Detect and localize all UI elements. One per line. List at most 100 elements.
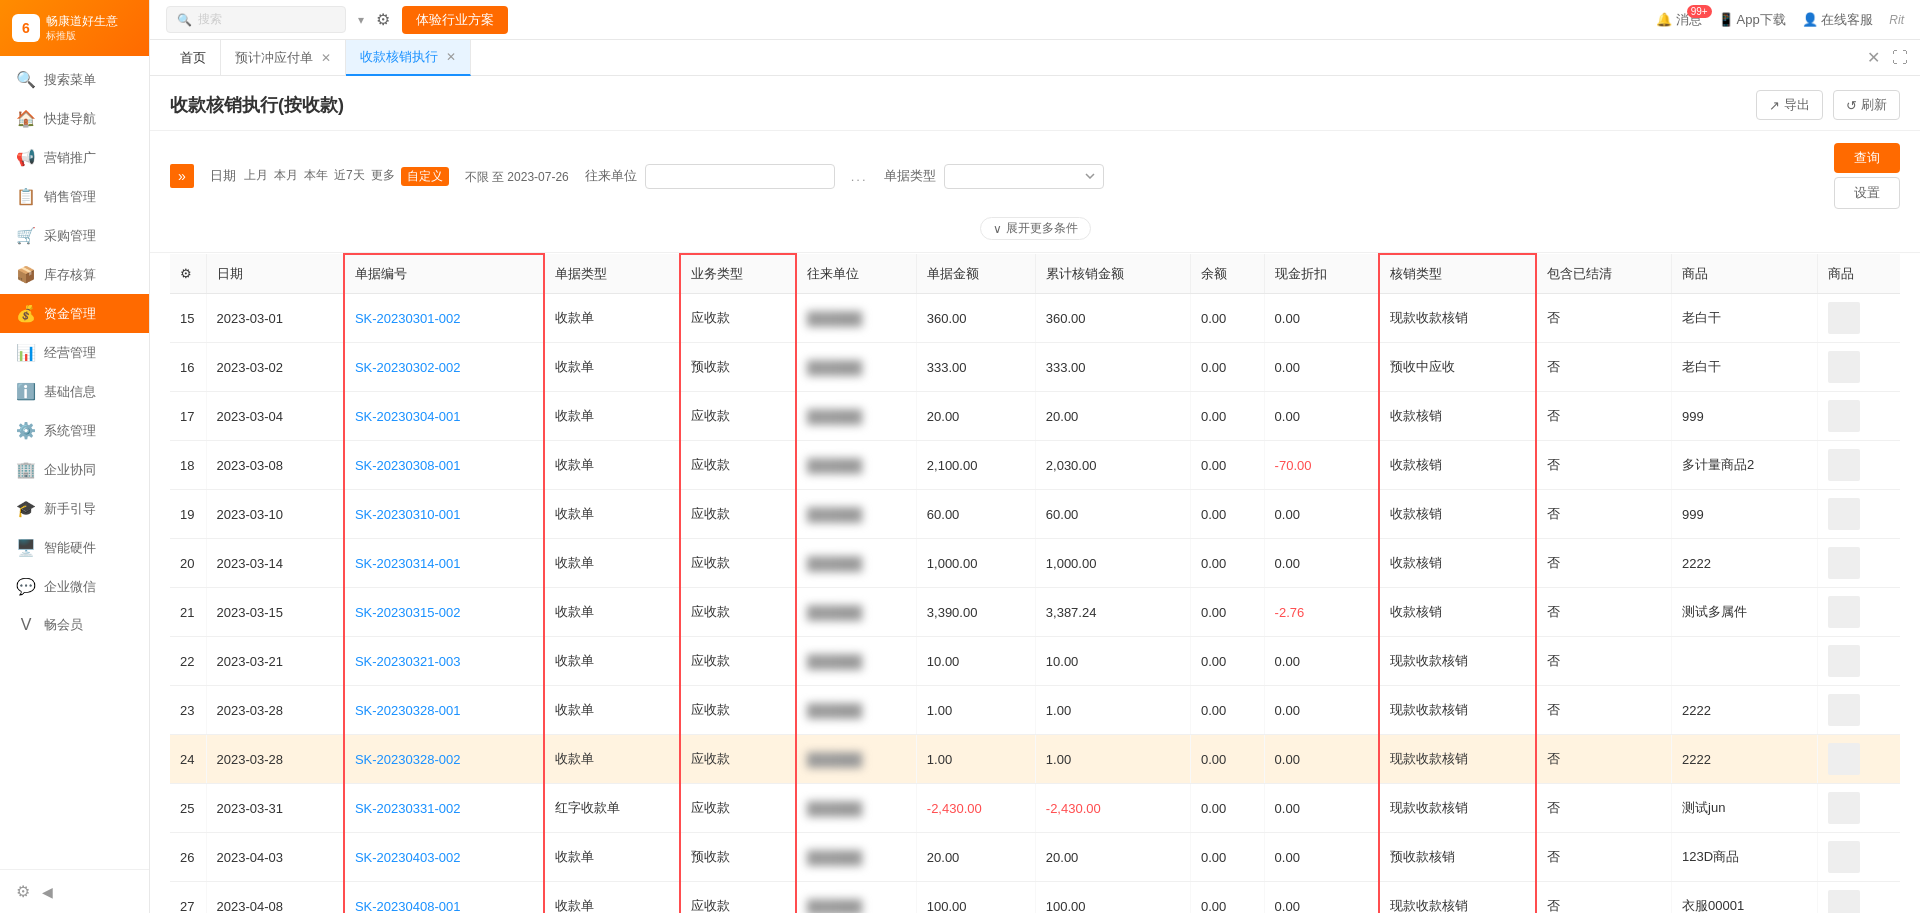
td-partner: ██████	[796, 539, 916, 588]
td-goods-img	[1818, 392, 1900, 441]
finance-icon: 💰	[16, 304, 36, 323]
bill-no-link[interactable]: SK-20230328-001	[355, 703, 461, 718]
bill-no-link[interactable]: SK-20230321-003	[355, 654, 461, 669]
refresh-label: 刷新	[1861, 96, 1887, 114]
bill-type-select[interactable]	[944, 164, 1104, 189]
bill-no-link[interactable]: SK-20230304-001	[355, 409, 461, 424]
td-amount: 20.00	[916, 392, 1035, 441]
td-verify-type: 现款收款核销	[1379, 686, 1536, 735]
sidebar-item-guide[interactable]: 🎓新手引导	[0, 489, 149, 528]
td-verify-type: 收款核销	[1379, 392, 1536, 441]
sidebar-item-corp[interactable]: 🏢企业协同	[0, 450, 149, 489]
export-label: 导出	[1784, 96, 1810, 114]
td-date: 2023-03-28	[206, 686, 344, 735]
td-date: 2023-03-14	[206, 539, 344, 588]
bill-no-link[interactable]: SK-20230308-001	[355, 458, 461, 473]
sidebar-item-quicknav[interactable]: 🏠快捷导航	[0, 99, 149, 138]
bill-no-link[interactable]: SK-20230331-002	[355, 801, 461, 816]
td-bill-type: 红字收款单	[544, 784, 680, 833]
td-verify-type: 现款收款核销	[1379, 882, 1536, 914]
td-partner: ██████	[796, 735, 916, 784]
tab-receivable-close-icon[interactable]: ✕	[321, 51, 331, 65]
quicknav-icon: 🏠	[16, 109, 36, 128]
filter-expand-button[interactable]: »	[170, 164, 194, 188]
td-partner: ██████	[796, 784, 916, 833]
td-cash-discount: 0.00	[1264, 490, 1379, 539]
sidebar-label-system: 系统管理	[44, 422, 96, 440]
expand-more-conditions[interactable]: ∨ 展开更多条件	[980, 217, 1091, 240]
date-custom[interactable]: 自定义	[401, 167, 449, 186]
th-bill-no: 单据编号	[344, 254, 544, 294]
sidebar-item-hardware[interactable]: 🖥️智能硬件	[0, 528, 149, 567]
industry-btn[interactable]: 体验行业方案	[402, 6, 508, 34]
td-cash-discount: 0.00	[1264, 343, 1379, 392]
sidebar-item-system[interactable]: ⚙️系统管理	[0, 411, 149, 450]
th-gear[interactable]: ⚙	[170, 254, 206, 294]
date-this-month[interactable]: 本月	[274, 167, 298, 186]
sidebar-item-basic[interactable]: ℹ️基础信息	[0, 372, 149, 411]
sidebar-gear-icon[interactable]: ⚙	[16, 882, 30, 901]
topbar-search[interactable]: 🔍 搜索	[166, 6, 346, 33]
sidebar-item-sales[interactable]: 📋销售管理	[0, 177, 149, 216]
tab-fullscreen-icon[interactable]: ⛶	[1888, 45, 1912, 71]
td-include-settled: 否	[1536, 490, 1672, 539]
td-goods-img	[1818, 833, 1900, 882]
td-seq: 25	[170, 784, 206, 833]
guide-icon: 🎓	[16, 499, 36, 518]
bill-no-link[interactable]: SK-20230301-002	[355, 311, 461, 326]
bill-no-link[interactable]: SK-20230403-002	[355, 850, 461, 865]
online-service-link[interactable]: 👤 在线客服	[1802, 11, 1874, 29]
export-button[interactable]: ↗ 导出	[1756, 90, 1823, 120]
date-this-year[interactable]: 本年	[304, 167, 328, 186]
td-date: 2023-03-04	[206, 392, 344, 441]
td-seq: 19	[170, 490, 206, 539]
sidebar-item-search[interactable]: 🔍搜索菜单	[0, 60, 149, 99]
message-icon-group[interactable]: 🔔 消息 99+	[1656, 11, 1702, 29]
date-last-7days[interactable]: 近7天	[334, 167, 365, 186]
topbar-dropdown[interactable]: ▾	[358, 13, 364, 27]
gear-settings-icon[interactable]: ⚙	[180, 266, 192, 281]
td-balance: 0.00	[1190, 441, 1264, 490]
sidebar-collapse-icon[interactable]: ◀	[42, 884, 53, 900]
td-goods-img	[1818, 490, 1900, 539]
sidebar-item-inventory[interactable]: 📦库存核算	[0, 255, 149, 294]
tab-verify-close-icon[interactable]: ✕	[446, 50, 456, 64]
refresh-button[interactable]: ↺ 刷新	[1833, 90, 1900, 120]
td-balance: 0.00	[1190, 686, 1264, 735]
bill-no-link[interactable]: SK-20230408-001	[355, 899, 461, 914]
td-biz-type: 应收款	[680, 490, 796, 539]
td-biz-type: 应收款	[680, 441, 796, 490]
sidebar-item-marketing[interactable]: 📢营销推广	[0, 138, 149, 177]
bill-no-link[interactable]: SK-20230314-001	[355, 556, 461, 571]
sidebar-item-purchase[interactable]: 🛒采购管理	[0, 216, 149, 255]
tab-close-all-icon[interactable]: ✕	[1863, 44, 1884, 71]
bill-no-link[interactable]: SK-20230310-001	[355, 507, 461, 522]
sidebar-item-member[interactable]: V畅会员	[0, 606, 149, 644]
date-more[interactable]: 更多	[371, 167, 395, 186]
tab-receivable[interactable]: 预计冲应付单 ✕	[221, 40, 346, 76]
topbar-gear-icon[interactable]: ⚙	[376, 10, 390, 29]
bill-no-link[interactable]: SK-20230315-002	[355, 605, 461, 620]
sidebar-item-finance[interactable]: 💰资金管理	[0, 294, 149, 333]
sidebar-nav: 🔍搜索菜单🏠快捷导航📢营销推广📋销售管理🛒采购管理📦库存核算💰资金管理📊经营管理…	[0, 56, 149, 869]
query-button[interactable]: 查询	[1834, 143, 1900, 173]
date-filter-label: 日期	[210, 167, 236, 185]
tab-home[interactable]: 首页	[166, 40, 221, 76]
th-goods2: 商品	[1818, 254, 1900, 294]
filter-settings-button[interactable]: 设置	[1834, 177, 1900, 209]
bill-no-link[interactable]: SK-20230328-002	[355, 752, 461, 767]
td-partner: ██████	[796, 882, 916, 914]
marketing-icon: 📢	[16, 148, 36, 167]
filter-expand-row: ∨ 展开更多条件	[170, 217, 1900, 240]
app-download-link[interactable]: 📱 App下载	[1718, 11, 1786, 29]
bill-no-link[interactable]: SK-20230302-002	[355, 360, 461, 375]
td-amount: 1.00	[916, 686, 1035, 735]
tab-verify[interactable]: 收款核销执行 ✕	[346, 40, 471, 76]
sidebar-item-wechat[interactable]: 💬企业微信	[0, 567, 149, 606]
th-amount: 单据金额	[916, 254, 1035, 294]
date-last-month[interactable]: 上月	[244, 167, 268, 186]
tab-verify-label: 收款核销执行	[360, 48, 438, 66]
partner-input[interactable]	[645, 164, 835, 189]
sidebar-item-operations[interactable]: 📊经营管理	[0, 333, 149, 372]
td-bill-no: SK-20230331-002	[344, 784, 544, 833]
